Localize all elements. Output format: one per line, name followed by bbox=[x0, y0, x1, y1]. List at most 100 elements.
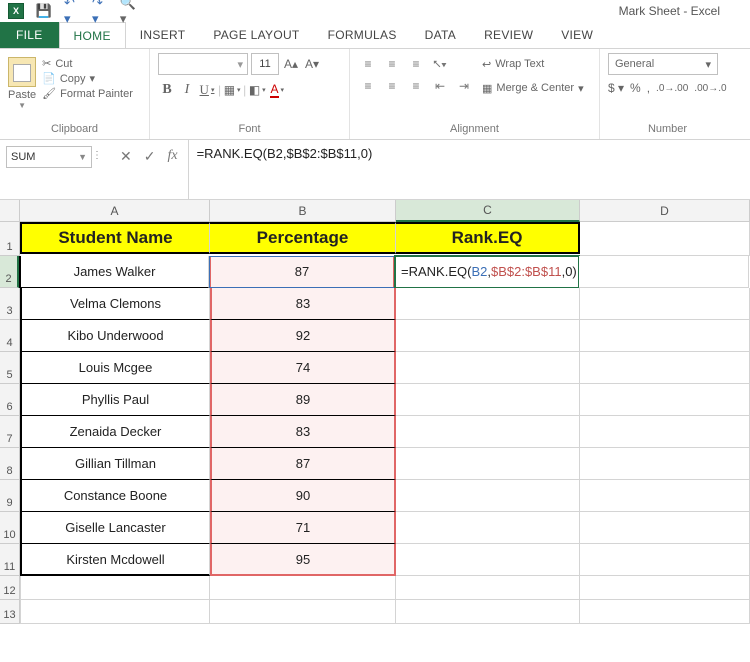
cell-a6[interactable]: Phyllis Paul bbox=[20, 384, 210, 416]
cell-b12[interactable] bbox=[210, 576, 396, 600]
row-header-13[interactable]: 13 bbox=[0, 600, 20, 624]
cell-d3[interactable] bbox=[580, 288, 750, 320]
cell-c11[interactable] bbox=[396, 544, 580, 576]
name-box-expand[interactable]: ⋮ bbox=[92, 140, 102, 199]
accounting-format-button[interactable]: $ ▾ bbox=[608, 81, 624, 95]
cell-a5[interactable]: Louis Mcgee bbox=[20, 352, 210, 384]
cell-a12[interactable] bbox=[20, 576, 210, 600]
row-header-4[interactable]: 4 bbox=[0, 320, 20, 352]
font-size-select[interactable]: 11 bbox=[251, 53, 279, 75]
tab-insert[interactable]: INSERT bbox=[126, 22, 200, 48]
copy-button[interactable]: 📄Copy ▾ bbox=[42, 72, 133, 85]
col-header-b[interactable]: B bbox=[210, 200, 396, 222]
tab-view[interactable]: VIEW bbox=[547, 22, 607, 48]
number-format-select[interactable]: General▾ bbox=[608, 53, 718, 75]
cell-b4[interactable]: 92 bbox=[210, 320, 396, 352]
tab-file[interactable]: FILE bbox=[0, 22, 59, 48]
fill-color-button[interactable]: ◧▾ bbox=[248, 81, 266, 99]
row-header-7[interactable]: 7 bbox=[0, 416, 20, 448]
tab-data[interactable]: DATA bbox=[411, 22, 470, 48]
cell-d5[interactable] bbox=[580, 352, 750, 384]
decrease-font-icon[interactable]: A▾ bbox=[303, 53, 321, 75]
cell-b11[interactable]: 95 bbox=[210, 544, 396, 576]
row-header-6[interactable]: 6 bbox=[0, 384, 20, 416]
cell-c13[interactable] bbox=[396, 600, 580, 624]
cell-b8[interactable]: 87 bbox=[210, 448, 396, 480]
cell-c2[interactable]: =RANK.EQ(B2,$B$2:$B$11,0) bbox=[395, 256, 579, 288]
cell-a2[interactable]: James Walker bbox=[19, 256, 209, 288]
cell-b10[interactable]: 71 bbox=[210, 512, 396, 544]
font-name-select[interactable]: ▾ bbox=[158, 53, 248, 75]
cancel-formula-icon[interactable]: ✕ bbox=[120, 148, 132, 165]
decrease-decimal-button[interactable]: .00→.0 bbox=[694, 83, 726, 94]
underline-button[interactable]: U▾ bbox=[198, 81, 216, 99]
formula-bar-input[interactable]: =RANK.EQ(B2,$B$2:$B$11,0) bbox=[188, 140, 750, 199]
merge-center-button[interactable]: ▦Merge & Center ▾ bbox=[482, 77, 584, 99]
comma-format-button[interactable]: , bbox=[647, 81, 650, 95]
paste-button[interactable]: Paste bbox=[8, 89, 36, 101]
cell-d11[interactable] bbox=[580, 544, 750, 576]
row-header-9[interactable]: 9 bbox=[0, 480, 20, 512]
cell-a3[interactable]: Velma Clemons bbox=[20, 288, 210, 320]
cell-c1[interactable]: Rank.EQ bbox=[396, 222, 580, 254]
orientation-icon[interactable]: ⭦▾ bbox=[430, 55, 450, 73]
enter-formula-icon[interactable]: ✓ bbox=[144, 148, 156, 165]
insert-function-icon[interactable]: fx bbox=[167, 148, 177, 164]
paste-icon[interactable] bbox=[8, 57, 36, 87]
cell-d4[interactable] bbox=[580, 320, 750, 352]
percent-format-button[interactable]: % bbox=[630, 81, 641, 95]
cell-c4[interactable] bbox=[396, 320, 580, 352]
cell-a11[interactable]: Kirsten Mcdowell bbox=[20, 544, 210, 576]
row-header-11[interactable]: 11 bbox=[0, 544, 20, 576]
redo-icon[interactable]: ↷ ▾ bbox=[92, 3, 108, 19]
bold-button[interactable]: B bbox=[158, 81, 176, 99]
row-header-2[interactable]: 2 bbox=[0, 256, 19, 288]
cell-a7[interactable]: Zenaida Decker bbox=[20, 416, 210, 448]
cell-d2[interactable] bbox=[579, 256, 749, 288]
align-top-icon[interactable]: ≡ bbox=[358, 55, 378, 73]
save-icon[interactable]: 💾 bbox=[36, 3, 52, 19]
tab-review[interactable]: REVIEW bbox=[470, 22, 547, 48]
cell-c3[interactable] bbox=[396, 288, 580, 320]
col-header-d[interactable]: D bbox=[580, 200, 750, 222]
decrease-indent-icon[interactable]: ⇤ bbox=[430, 77, 450, 95]
increase-indent-icon[interactable]: ⇥ bbox=[454, 77, 474, 95]
name-box[interactable]: SUM▼ bbox=[6, 146, 92, 168]
row-header-12[interactable]: 12 bbox=[0, 576, 20, 600]
increase-font-icon[interactable]: A▴ bbox=[282, 53, 300, 75]
cell-d8[interactable] bbox=[580, 448, 750, 480]
cut-button[interactable]: ✂Cut bbox=[42, 57, 133, 70]
undo-icon[interactable]: ↶ ▾ bbox=[64, 3, 80, 19]
row-header-5[interactable]: 5 bbox=[0, 352, 20, 384]
tab-page-layout[interactable]: PAGE LAYOUT bbox=[199, 22, 313, 48]
cell-b5[interactable]: 74 bbox=[210, 352, 396, 384]
align-left-icon[interactable]: ≡ bbox=[358, 77, 378, 95]
increase-decimal-button[interactable]: .0→.00 bbox=[656, 83, 688, 94]
cell-b3[interactable]: 83 bbox=[210, 288, 396, 320]
cell-d13[interactable] bbox=[580, 600, 750, 624]
format-painter-button[interactable]: 🖌Format Painter bbox=[42, 87, 133, 100]
tab-formulas[interactable]: FORMULAS bbox=[314, 22, 411, 48]
select-all-button[interactable] bbox=[0, 200, 20, 222]
cell-a10[interactable]: Giselle Lancaster bbox=[20, 512, 210, 544]
borders-button[interactable]: ▦▾ bbox=[223, 81, 241, 99]
cell-d12[interactable] bbox=[580, 576, 750, 600]
touch-mode-icon[interactable]: 🔍 ▾ bbox=[120, 3, 136, 19]
cell-a9[interactable]: Constance Boone bbox=[20, 480, 210, 512]
row-header-1[interactable]: 1 bbox=[0, 222, 20, 256]
italic-button[interactable]: I bbox=[178, 81, 196, 99]
cell-d6[interactable] bbox=[580, 384, 750, 416]
cell-d1[interactable] bbox=[580, 222, 750, 256]
align-center-icon[interactable]: ≡ bbox=[382, 77, 402, 95]
col-header-a[interactable]: A bbox=[20, 200, 210, 222]
cell-b1[interactable]: Percentage bbox=[210, 222, 396, 254]
cell-a8[interactable]: Gillian Tillman bbox=[20, 448, 210, 480]
align-bottom-icon[interactable]: ≡ bbox=[406, 55, 426, 73]
cell-b7[interactable]: 83 bbox=[210, 416, 396, 448]
align-right-icon[interactable]: ≡ bbox=[406, 77, 426, 95]
row-header-3[interactable]: 3 bbox=[0, 288, 20, 320]
cell-c8[interactable] bbox=[396, 448, 580, 480]
font-color-button[interactable]: A▾ bbox=[268, 81, 286, 99]
row-header-10[interactable]: 10 bbox=[0, 512, 20, 544]
cell-c5[interactable] bbox=[396, 352, 580, 384]
